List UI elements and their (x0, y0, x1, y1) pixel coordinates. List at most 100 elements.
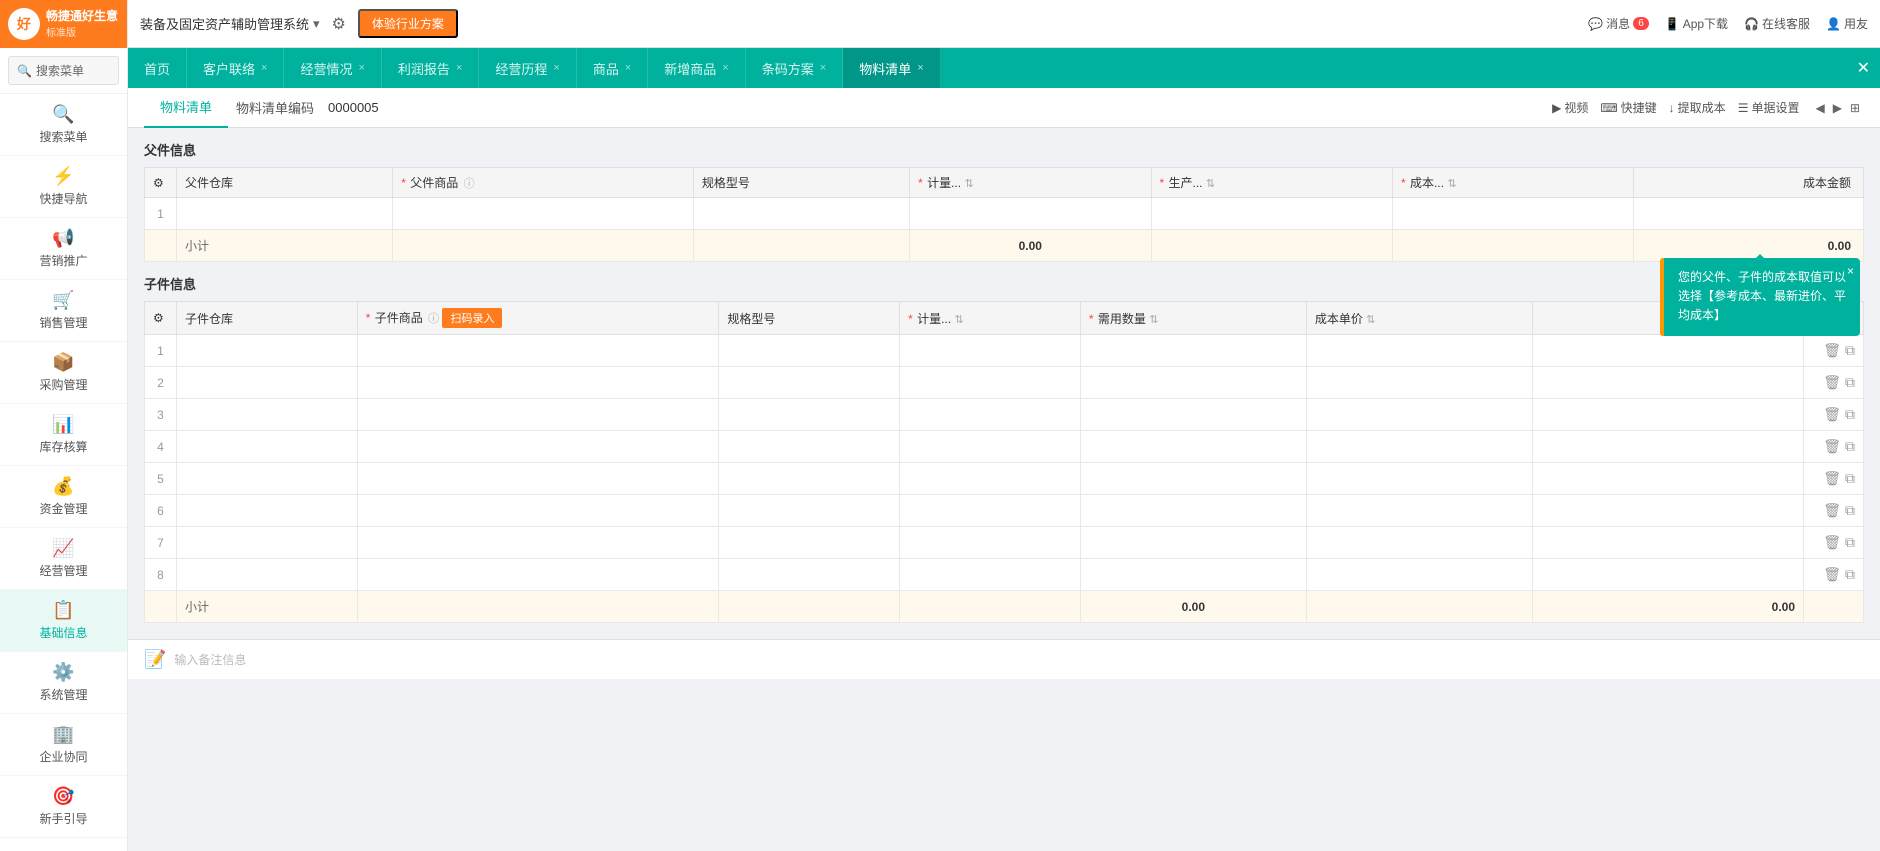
child-cell-spec-5[interactable] (719, 463, 900, 495)
child-cell-spec-2[interactable] (719, 367, 900, 399)
child-cell-spec-7[interactable] (719, 527, 900, 559)
prev-record-button[interactable]: ◀ (1811, 99, 1828, 117)
parent-cell-product-1[interactable] (393, 198, 694, 230)
scan-input-button[interactable]: 扫码录入 (442, 308, 502, 328)
child-cell-product-3[interactable] (357, 399, 719, 431)
nav-tab-close-history[interactable]: × (553, 62, 559, 74)
settings-icon[interactable]: ⚙ (332, 14, 346, 34)
child-cell-warehouse-6[interactable] (177, 495, 358, 527)
video-action[interactable]: ▶ 视频 (1552, 99, 1588, 116)
nav-tab-business[interactable]: 经营情况× (284, 48, 381, 88)
child-cell-unit-cost-6[interactable] (1306, 495, 1532, 527)
system-dropdown-icon[interactable]: ▾ (313, 16, 320, 32)
sidebar-item-operations[interactable]: 📈经营管理 (0, 528, 127, 590)
delete-row-5-icon[interactable]: 🗑 (1823, 470, 1841, 487)
child-cell-warehouse-1[interactable] (177, 335, 358, 367)
nav-tab-close-bom[interactable]: × (917, 62, 923, 74)
delete-row-7-icon[interactable]: 🗑 (1823, 534, 1841, 551)
parent-product-help-icon[interactable]: ⓘ (464, 178, 475, 190)
child-cell-product-7[interactable] (357, 527, 719, 559)
child-cell-unit-cost-8[interactable] (1306, 559, 1532, 591)
nav-tab-close-customers[interactable]: × (261, 62, 267, 74)
child-cell-spec-8[interactable] (719, 559, 900, 591)
child-cell-unit-cost-1[interactable] (1306, 335, 1532, 367)
sidebar-item-finance[interactable]: 💰资金管理 (0, 466, 127, 528)
parent-cell-cost-amount-1[interactable] (1634, 198, 1864, 230)
parent-cell-warehouse-1[interactable] (177, 198, 393, 230)
sidebar-item-inventory[interactable]: 📊库存核算 (0, 404, 127, 466)
child-cell-product-8[interactable] (357, 559, 719, 591)
child-cell-product-5[interactable] (357, 463, 719, 495)
sub-tab-bom-code[interactable]: 物料清单编码 (236, 98, 314, 117)
child-cell-spec-1[interactable] (719, 335, 900, 367)
child-cell-unit-cost-2[interactable] (1306, 367, 1532, 399)
child-cell-needed-qty-4[interactable] (1080, 431, 1306, 463)
delete-row-3-icon[interactable]: 🗑 (1823, 406, 1841, 423)
child-cell-needed-qty-5[interactable] (1080, 463, 1306, 495)
child-product-help-icon[interactable]: ⓘ (428, 313, 439, 325)
child-cell-cost-amount-8[interactable] (1532, 559, 1803, 591)
sidebar-item-purchase[interactable]: 📦采购管理 (0, 342, 127, 404)
child-cell-warehouse-7[interactable] (177, 527, 358, 559)
nav-tab-close-barcode[interactable]: × (820, 62, 826, 74)
child-cell-qty-unit-8[interactable] (900, 559, 1081, 591)
next-record-button[interactable]: ▶ (1829, 99, 1846, 117)
child-cell-product-4[interactable] (357, 431, 719, 463)
shortcut-action[interactable]: ⌨ 快捷键 (1600, 99, 1656, 116)
nav-tab-products[interactable]: 商品× (577, 48, 648, 88)
nav-tab-history[interactable]: 经营历程× (479, 48, 576, 88)
copy-row-5-icon[interactable]: ⧉ (1845, 470, 1855, 487)
sidebar-item-quick-nav[interactable]: ⚡快捷导航 (0, 156, 127, 218)
child-cell-cost-amount-1[interactable] (1532, 335, 1803, 367)
copy-row-3-icon[interactable]: ⧉ (1845, 406, 1855, 423)
child-cell-unit-cost-4[interactable] (1306, 431, 1532, 463)
child-cell-needed-qty-8[interactable] (1080, 559, 1306, 591)
delete-row-1-icon[interactable]: 🗑 (1823, 342, 1841, 359)
child-cell-needed-qty-1[interactable] (1080, 335, 1306, 367)
single-settings-action[interactable]: ☰ 单据设置 (1738, 99, 1800, 116)
child-cell-cost-amount-7[interactable] (1532, 527, 1803, 559)
child-cell-warehouse-8[interactable] (177, 559, 358, 591)
online-service-button[interactable]: 🎧 在线客服 (1744, 15, 1810, 32)
copy-row-8-icon[interactable]: ⧉ (1845, 566, 1855, 583)
sidebar-item-enterprise[interactable]: 🏢企业协同 (0, 714, 127, 776)
nav-tab-close-profit[interactable]: × (456, 62, 462, 74)
nav-tab-barcode[interactable]: 条码方案× (746, 48, 843, 88)
parent-cell-cost-1[interactable] (1392, 198, 1633, 230)
child-cell-product-2[interactable] (357, 367, 719, 399)
close-all-tabs-button[interactable]: ✕ (1847, 58, 1880, 78)
user-menu[interactable]: 👤 用友 (1826, 15, 1868, 32)
child-cell-spec-4[interactable] (719, 431, 900, 463)
child-cell-cost-amount-2[interactable] (1532, 367, 1803, 399)
app-download-button[interactable]: 📱 App下载 (1665, 15, 1728, 32)
message-button[interactable]: 💬 消息 6 (1588, 15, 1649, 32)
child-cell-needed-qty-2[interactable] (1080, 367, 1306, 399)
child-cell-warehouse-4[interactable] (177, 431, 358, 463)
child-cell-needed-qty-3[interactable] (1080, 399, 1306, 431)
trial-button[interactable]: 体验行业方案 (358, 9, 458, 38)
child-cell-warehouse-5[interactable] (177, 463, 358, 495)
parent-col-settings[interactable]: ⚙ (145, 168, 177, 198)
expand-button[interactable]: ⊞ (1846, 99, 1864, 117)
child-cell-warehouse-2[interactable] (177, 367, 358, 399)
tooltip-close-button[interactable]: × (1847, 262, 1854, 281)
nav-tab-close-new-product[interactable]: × (722, 62, 728, 74)
nav-tab-bom[interactable]: 物料清单× (843, 48, 940, 88)
delete-row-6-icon[interactable]: 🗑 (1823, 502, 1841, 519)
child-cell-cost-amount-6[interactable] (1532, 495, 1803, 527)
sub-tab-bom-list[interactable]: 物料清单 (144, 88, 228, 128)
nav-tab-close-business[interactable]: × (358, 62, 364, 74)
search-menu-button[interactable]: 🔍 搜索菜单 (8, 56, 119, 85)
copy-row-6-icon[interactable]: ⧉ (1845, 502, 1855, 519)
child-cell-qty-unit-5[interactable] (900, 463, 1081, 495)
child-cell-qty-unit-1[interactable] (900, 335, 1081, 367)
delete-row-8-icon[interactable]: 🗑 (1823, 566, 1841, 583)
parent-cell-spec-1[interactable] (693, 198, 909, 230)
child-cell-qty-unit-6[interactable] (900, 495, 1081, 527)
delete-row-4-icon[interactable]: 🗑 (1823, 438, 1841, 455)
delete-row-2-icon[interactable]: 🗑 (1823, 374, 1841, 391)
copy-row-2-icon[interactable]: ⧉ (1845, 374, 1855, 391)
copy-row-1-icon[interactable]: ⧉ (1845, 342, 1855, 359)
nav-tab-customers[interactable]: 客户联络× (187, 48, 284, 88)
sidebar-item-guide[interactable]: 🎯新手引导 (0, 776, 127, 838)
